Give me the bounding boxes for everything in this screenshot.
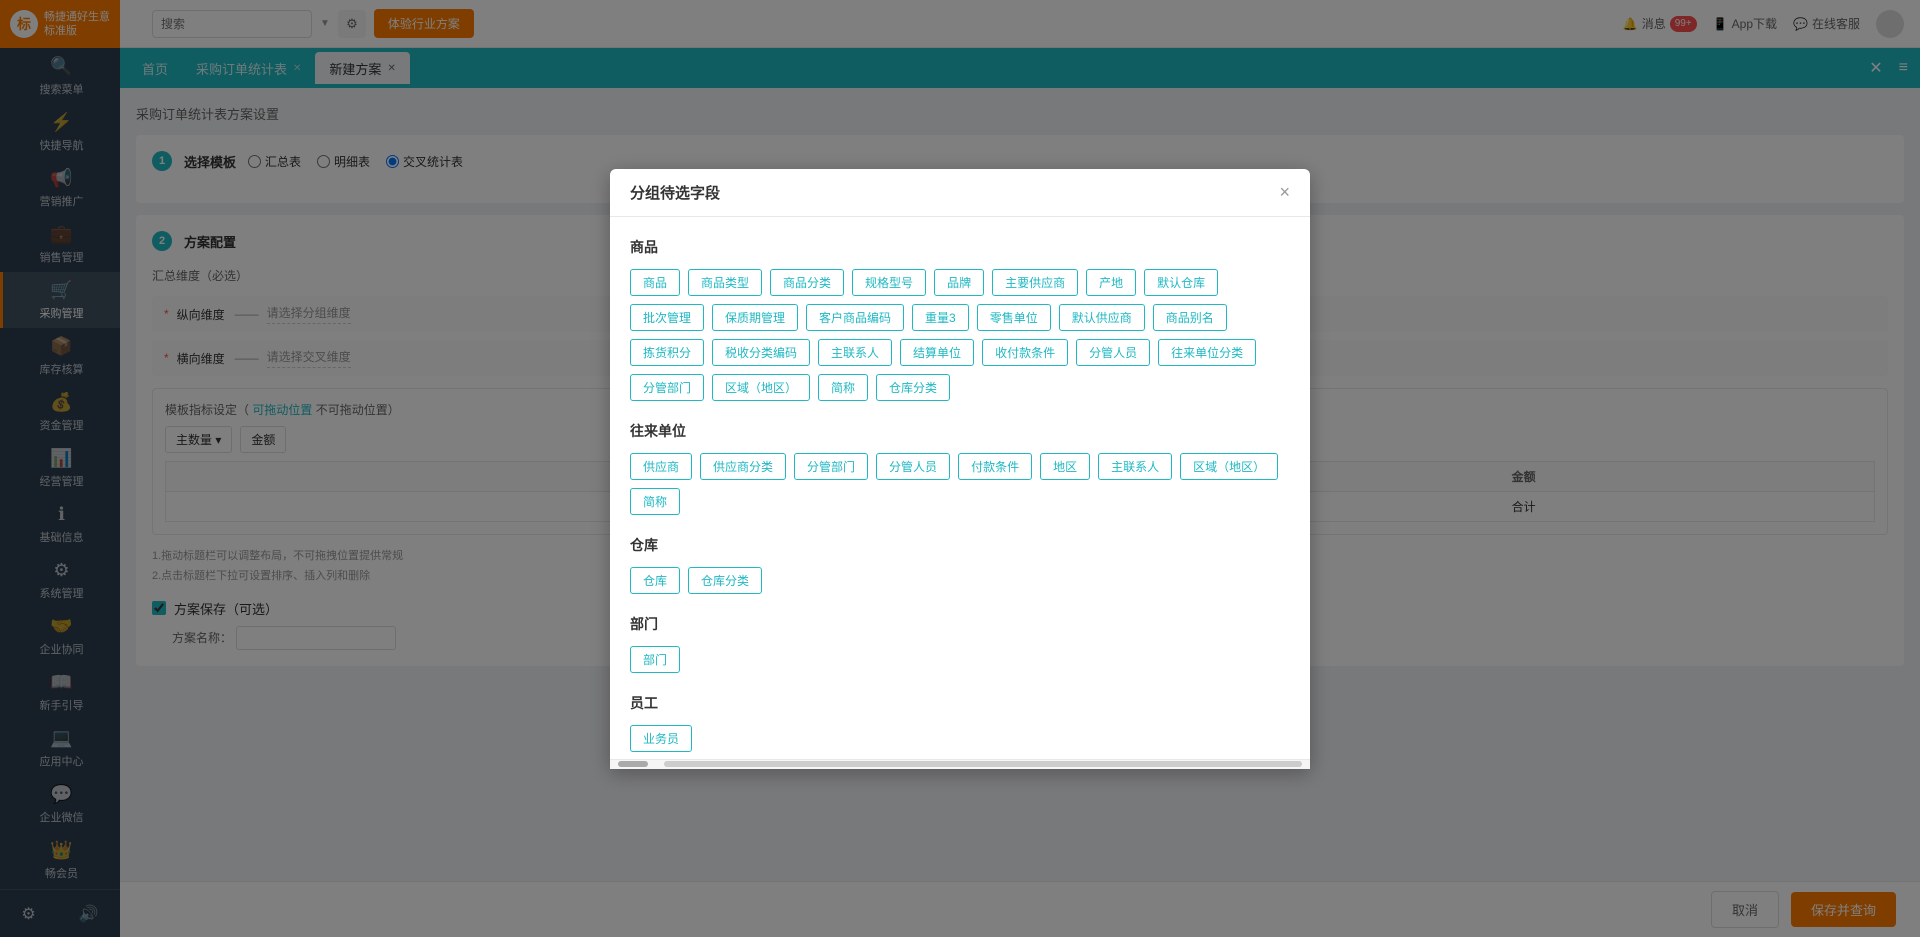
field-tag[interactable]: 拣货积分 [630, 339, 704, 366]
modal-header: 分组待选字段 × [610, 169, 1310, 217]
field-grid-department: 部门 [630, 646, 1290, 673]
field-grid-partner: 供应商 供应商分类 分管部门 分管人员 付款条件 地区 主联系人 区域（地区） … [630, 453, 1290, 515]
field-tag[interactable]: 区域（地区） [712, 374, 810, 401]
field-grid-warehouse: 仓库 仓库分类 [630, 567, 1290, 594]
field-tag[interactable]: 业务员 [630, 725, 692, 752]
section-title-employee: 员工 [630, 693, 1290, 713]
section-title-department: 部门 [630, 614, 1290, 634]
field-tag[interactable]: 分管人员 [876, 453, 950, 480]
field-tag[interactable]: 规格型号 [852, 269, 926, 296]
field-tag[interactable]: 分管部门 [630, 374, 704, 401]
field-tag[interactable]: 收付款条件 [982, 339, 1068, 366]
field-tag[interactable]: 默认供应商 [1059, 304, 1145, 331]
field-tag[interactable]: 区域（地区） [1180, 453, 1278, 480]
field-tag[interactable]: 品牌 [934, 269, 984, 296]
field-tag[interactable]: 税收分类编码 [712, 339, 810, 366]
field-tag[interactable]: 零售单位 [977, 304, 1051, 331]
field-tag[interactable]: 仓库分类 [688, 567, 762, 594]
field-tag[interactable]: 客户商品编码 [806, 304, 904, 331]
field-tag[interactable]: 供应商 [630, 453, 692, 480]
field-select-modal: 分组待选字段 × 商品 商品 商品类型 商品分类 规格型号 品牌 主要供应商 产… [610, 169, 1310, 769]
field-grid-goods: 商品 商品类型 商品分类 规格型号 品牌 主要供应商 产地 默认仓库 批次管理 … [630, 269, 1290, 401]
field-tag[interactable]: 主联系人 [818, 339, 892, 366]
field-tag[interactable]: 商品分类 [770, 269, 844, 296]
field-tag[interactable]: 简称 [630, 488, 680, 515]
section-title-warehouse: 仓库 [630, 535, 1290, 555]
field-tag[interactable]: 往来单位分类 [1158, 339, 1256, 366]
field-tag[interactable]: 商品类型 [688, 269, 762, 296]
section-title-goods: 商品 [630, 237, 1290, 257]
field-tag[interactable]: 重量3 [912, 304, 969, 331]
field-tag[interactable]: 主要供应商 [992, 269, 1078, 296]
field-tag[interactable]: 部门 [630, 646, 680, 673]
field-tag[interactable]: 商品别名 [1153, 304, 1227, 331]
section-title-partner: 往来单位 [630, 421, 1290, 441]
modal-body: 商品 商品 商品类型 商品分类 规格型号 品牌 主要供应商 产地 默认仓库 批次… [610, 217, 1310, 759]
field-tag[interactable]: 分管部门 [794, 453, 868, 480]
field-tag[interactable]: 默认仓库 [1144, 269, 1218, 296]
modal-overlay: 分组待选字段 × 商品 商品 商品类型 商品分类 规格型号 品牌 主要供应商 产… [0, 0, 1920, 937]
field-grid-employee: 业务员 [630, 725, 1290, 752]
field-tag[interactable]: 批次管理 [630, 304, 704, 331]
field-tag[interactable]: 地区 [1040, 453, 1090, 480]
modal-hscrollbar[interactable] [610, 759, 1310, 769]
field-tag[interactable]: 付款条件 [958, 453, 1032, 480]
field-tag[interactable]: 产地 [1086, 269, 1136, 296]
hscroll-thumb [618, 761, 648, 767]
hscroll-track [664, 761, 1302, 767]
modal-close-btn[interactable]: × [1279, 183, 1290, 201]
field-tag[interactable]: 分管人员 [1076, 339, 1150, 366]
field-tag[interactable]: 供应商分类 [700, 453, 786, 480]
field-tag[interactable]: 保质期管理 [712, 304, 798, 331]
modal-title: 分组待选字段 [630, 182, 720, 203]
field-tag[interactable]: 简称 [818, 374, 868, 401]
field-tag[interactable]: 商品 [630, 269, 680, 296]
field-tag[interactable]: 仓库 [630, 567, 680, 594]
field-tag[interactable]: 结算单位 [900, 339, 974, 366]
field-tag[interactable]: 主联系人 [1098, 453, 1172, 480]
field-tag[interactable]: 仓库分类 [876, 374, 950, 401]
